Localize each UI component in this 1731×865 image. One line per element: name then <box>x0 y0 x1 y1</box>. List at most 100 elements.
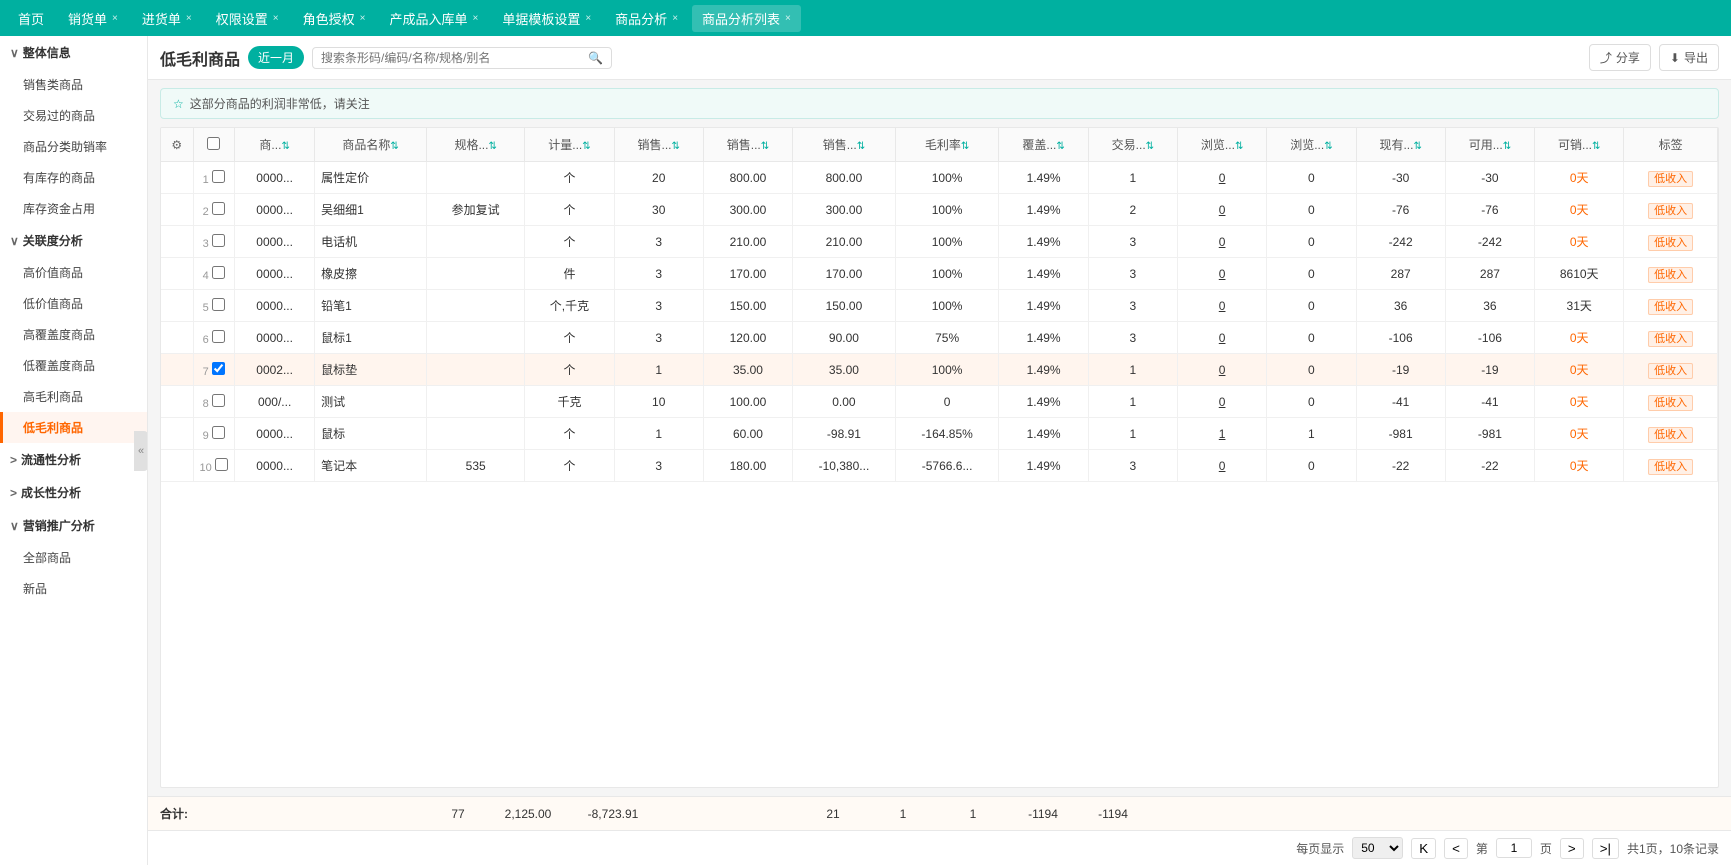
column-sales-amount[interactable]: 销售...⇅ <box>793 128 896 162</box>
row-checkbox[interactable] <box>212 266 225 279</box>
row-browse1[interactable]: 0 <box>1178 450 1267 482</box>
row-name[interactable]: 鼠标垫 <box>315 354 427 386</box>
sidebar-section-growth[interactable]: > 成长性分析 <box>0 476 147 509</box>
column-spec[interactable]: 规格...⇅ <box>427 128 525 162</box>
sidebar-item-inventory-capital[interactable]: 库存资金占用 <box>0 193 147 224</box>
row-browse1[interactable]: 0 <box>1178 322 1267 354</box>
row-checkbox[interactable] <box>212 170 225 183</box>
share-button[interactable]: ⤴ 分享 <box>1589 44 1651 71</box>
browse1-link[interactable]: 0 <box>1219 299 1226 313</box>
select-all-checkbox[interactable] <box>207 137 220 150</box>
row-browse1[interactable]: 0 <box>1178 194 1267 226</box>
sidebar-item-low-margin[interactable]: 低毛利商品 <box>0 412 147 443</box>
sidebar-item-low-value[interactable]: 低价值商品 <box>0 288 147 319</box>
column-code[interactable]: 商...⇅ <box>235 128 315 162</box>
export-button[interactable]: ⬇ 导出 <box>1659 44 1719 71</box>
close-icon[interactable]: × <box>186 13 192 24</box>
column-browse2[interactable]: 浏览...⇅ <box>1267 128 1356 162</box>
close-icon[interactable]: × <box>273 13 279 24</box>
sidebar-collapse-button[interactable]: « <box>134 431 148 471</box>
column-browse1[interactable]: 浏览...⇅ <box>1178 128 1267 162</box>
row-name[interactable]: 属性定价 <box>315 162 427 194</box>
row-checkbox[interactable] <box>212 426 225 439</box>
close-icon[interactable]: × <box>672 13 678 24</box>
nav-template-settings[interactable]: 单据模板设置 × <box>492 5 601 32</box>
row-checkbox[interactable] <box>212 330 225 343</box>
sidebar-item-category-rate[interactable]: 商品分类助销率 <box>0 131 147 162</box>
sidebar-item-high-margin[interactable]: 高毛利商品 <box>0 381 147 412</box>
search-input[interactable] <box>321 51 584 65</box>
row-checkbox-cell[interactable]: 8 <box>193 386 235 418</box>
browse1-link[interactable]: 0 <box>1219 363 1226 377</box>
row-checkbox[interactable] <box>212 394 225 407</box>
browse1-link[interactable]: 0 <box>1219 331 1226 345</box>
row-checkbox-cell[interactable]: 6 <box>193 322 235 354</box>
row-checkbox-cell[interactable]: 10 <box>193 450 235 482</box>
row-name[interactable]: 笔记本 <box>315 450 427 482</box>
column-saleable[interactable]: 可销...⇅ <box>1535 128 1624 162</box>
row-checkbox[interactable] <box>212 234 225 247</box>
row-checkbox-cell[interactable]: 9 <box>193 418 235 450</box>
browse1-link[interactable]: 0 <box>1219 459 1226 473</box>
close-icon[interactable]: × <box>112 13 118 24</box>
sidebar-item-sales-products[interactable]: 销售类商品 <box>0 69 147 100</box>
nav-product-analysis-list[interactable]: 商品分析列表 × <box>692 5 801 32</box>
row-checkbox-cell[interactable]: 1 <box>193 162 235 194</box>
sidebar-item-all-products[interactable]: 全部商品 <box>0 542 147 573</box>
page-number-input[interactable] <box>1496 838 1532 858</box>
column-select-all[interactable] <box>193 128 235 162</box>
close-icon[interactable]: × <box>472 13 478 24</box>
column-sales-price[interactable]: 销售...⇅ <box>703 128 792 162</box>
date-filter-button[interactable]: 近一月 <box>248 46 304 69</box>
row-browse1[interactable]: 0 <box>1178 226 1267 258</box>
first-page-button[interactable]: K <box>1411 838 1436 859</box>
sidebar-item-low-coverage[interactable]: 低覆盖度商品 <box>0 350 147 381</box>
row-checkbox-cell[interactable]: 5 <box>193 290 235 322</box>
column-coverage[interactable]: 覆盖...⇅ <box>999 128 1088 162</box>
row-checkbox-cell[interactable]: 3 <box>193 226 235 258</box>
row-browse1[interactable]: 0 <box>1178 290 1267 322</box>
sidebar-item-high-value[interactable]: 高价值商品 <box>0 257 147 288</box>
sidebar-section-liquidity[interactable]: > 流通性分析 <box>0 443 147 476</box>
row-checkbox[interactable] <box>212 202 225 215</box>
last-page-button[interactable]: >| <box>1592 838 1619 859</box>
nav-sales-order[interactable]: 销货单 × <box>58 5 128 32</box>
column-gross-rate[interactable]: 毛利率⇅ <box>895 128 999 162</box>
column-settings[interactable]: ⚙ <box>161 128 193 162</box>
row-name[interactable]: 橡皮擦 <box>315 258 427 290</box>
nav-home[interactable]: 首页 <box>8 5 54 32</box>
row-browse1[interactable]: 0 <box>1178 162 1267 194</box>
sidebar-section-overview[interactable]: ∨ 整体信息 <box>0 36 147 69</box>
prev-page-button[interactable]: < <box>1444 838 1468 859</box>
per-page-select[interactable]: 50 100 200 <box>1352 837 1403 859</box>
row-name[interactable]: 鼠标 <box>315 418 427 450</box>
sidebar-item-high-coverage[interactable]: 高覆盖度商品 <box>0 319 147 350</box>
row-name[interactable]: 电话机 <box>315 226 427 258</box>
nav-permission-settings[interactable]: 权限设置 × <box>206 5 289 32</box>
column-available[interactable]: 可用...⇅ <box>1445 128 1534 162</box>
nav-product-entry[interactable]: 产成品入库单 × <box>379 5 488 32</box>
column-transaction[interactable]: 交易...⇅ <box>1088 128 1177 162</box>
row-checkbox[interactable] <box>212 362 225 375</box>
close-icon[interactable]: × <box>585 13 591 24</box>
row-browse1[interactable]: 0 <box>1178 354 1267 386</box>
close-icon[interactable]: × <box>785 13 791 24</box>
sidebar-item-traded-products[interactable]: 交易过的商品 <box>0 100 147 131</box>
nav-role-auth[interactable]: 角色授权 × <box>293 5 376 32</box>
browse1-link[interactable]: 0 <box>1219 203 1226 217</box>
sidebar-section-correlation[interactable]: ∨ 关联度分析 <box>0 224 147 257</box>
nav-purchase-order[interactable]: 进货单 × <box>132 5 202 32</box>
row-checkbox-cell[interactable]: 7 <box>193 354 235 386</box>
browse1-link[interactable]: 0 <box>1219 171 1226 185</box>
nav-product-analysis[interactable]: 商品分析 × <box>605 5 688 32</box>
row-name[interactable]: 铅笔1 <box>315 290 427 322</box>
row-checkbox-cell[interactable]: 4 <box>193 258 235 290</box>
row-name[interactable]: 测试 <box>315 386 427 418</box>
browse1-link[interactable]: 1 <box>1219 427 1226 441</box>
browse1-link[interactable]: 0 <box>1219 235 1226 249</box>
row-checkbox-cell[interactable]: 2 <box>193 194 235 226</box>
search-icon[interactable]: 🔍 <box>588 51 603 65</box>
sidebar-item-new-products[interactable]: 新品 <box>0 573 147 604</box>
row-name[interactable]: 吴细细1 <box>315 194 427 226</box>
column-name[interactable]: 商品名称⇅ <box>315 128 427 162</box>
